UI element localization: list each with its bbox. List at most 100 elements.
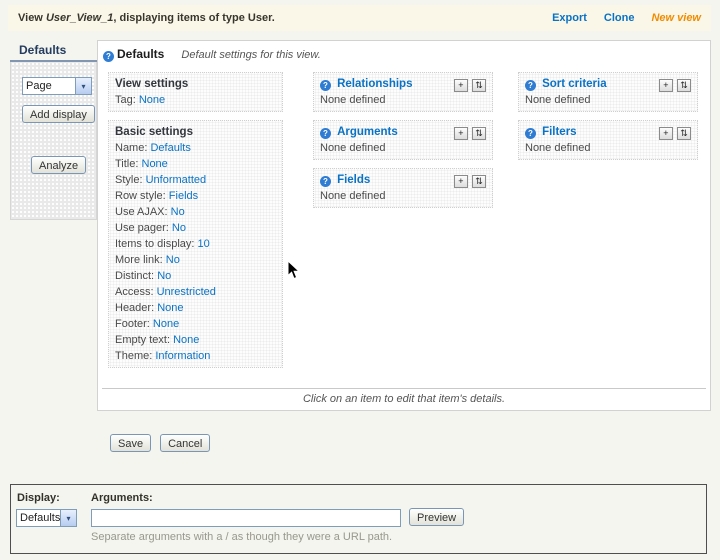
box-actions: + ⇅	[453, 173, 486, 189]
setting-label: Style:	[115, 174, 146, 186]
defaults-heading-row: ? Defaults Default settings for this view…	[98, 41, 710, 66]
arguments-title-link[interactable]: Arguments	[337, 126, 398, 138]
empty-text: None defined	[320, 142, 386, 154]
setting-label: Title:	[115, 158, 142, 170]
help-icon[interactable]: ?	[525, 128, 536, 139]
setting-label: Distinct:	[115, 270, 158, 282]
empty-text: None defined	[320, 190, 386, 202]
setting-row: Distinct: No	[115, 268, 276, 284]
setting-value-link[interactable]: No	[157, 270, 171, 282]
help-icon[interactable]: ?	[320, 176, 331, 187]
empty-text: None defined	[525, 94, 591, 106]
setting-label: Items to display:	[115, 238, 198, 250]
arguments-help-text: Separate arguments with a / as though th…	[91, 531, 393, 543]
rearrange-icon[interactable]: ⇅	[472, 127, 486, 140]
setting-value-link[interactable]: No	[172, 222, 186, 234]
setting-value-link[interactable]: Unrestricted	[157, 286, 216, 298]
form-actions: Save Cancel	[110, 434, 211, 452]
setting-value-link[interactable]: Unformatted	[146, 174, 207, 186]
header-links: Export Clone New view	[552, 12, 701, 24]
fields-title-link[interactable]: Fields	[337, 174, 370, 186]
basic-settings-list: Name: Defaults Title: None Style: Unformat…	[115, 140, 276, 364]
add-display-button[interactable]: Add display	[22, 105, 95, 123]
help-icon[interactable]: ?	[320, 128, 331, 139]
setting-label: Access:	[115, 286, 157, 298]
setting-row: Header: None	[115, 300, 276, 316]
setting-label: Theme:	[115, 350, 156, 362]
mouse-cursor	[287, 260, 300, 280]
setting-row: Use AJAX: No	[115, 204, 276, 220]
setting-row: Title: None	[115, 156, 276, 172]
empty-text: None defined	[320, 94, 386, 106]
add-icon[interactable]: +	[658, 127, 673, 140]
box-header: + ⇅ ? Arguments	[320, 124, 486, 140]
save-button[interactable]: Save	[110, 434, 152, 452]
help-icon[interactable]: ?	[320, 80, 331, 91]
setting-label: Header:	[115, 302, 158, 314]
setting-value-link[interactable]: No	[171, 206, 185, 218]
rearrange-icon[interactable]: ⇅	[677, 79, 691, 92]
sidebar-panel: Page ▾ Add display Analyze	[10, 62, 97, 220]
setting-value-link[interactable]: None	[139, 94, 165, 106]
clone-link[interactable]: Clone	[604, 12, 635, 24]
filters-title-link[interactable]: Filters	[542, 126, 577, 138]
help-icon[interactable]: ?	[525, 80, 536, 91]
setting-label: Row style:	[115, 190, 169, 202]
box-actions: + ⇅	[453, 77, 486, 93]
help-icon[interactable]: ?	[103, 51, 114, 62]
display-type-select[interactable]: Page ▾	[22, 77, 92, 95]
box-actions: + ⇅	[658, 125, 691, 141]
box-actions: + ⇅	[453, 125, 486, 141]
cancel-button[interactable]: Cancel	[160, 434, 211, 452]
chevron-down-icon: ▾	[75, 78, 91, 94]
rearrange-icon[interactable]: ⇅	[677, 127, 691, 140]
sort-criteria-title-link[interactable]: Sort criteria	[542, 78, 607, 90]
setting-value-link[interactable]: None	[153, 318, 179, 330]
new-view-link[interactable]: New view	[651, 12, 701, 24]
setting-value-link[interactable]: Fields	[169, 190, 198, 202]
box-header: + ⇅ ? Filters	[525, 124, 691, 140]
page-title-suffix: , displaying items of type User.	[113, 12, 275, 24]
page-title: View User_View_1, displaying items of ty…	[18, 12, 275, 24]
column-3: + ⇅ ? Sort criteria None defined + ⇅ ? F…	[518, 72, 698, 168]
setting-row: Theme: Information	[115, 348, 276, 364]
setting-value-link[interactable]: 10	[198, 238, 210, 250]
sort-criteria-box: + ⇅ ? Sort criteria None defined	[518, 72, 698, 112]
view-header-bar: View User_View_1, displaying items of ty…	[8, 5, 711, 31]
defaults-subtitle: Default settings for this view.	[181, 49, 321, 61]
rearrange-icon[interactable]: ⇅	[472, 175, 486, 188]
setting-value-link[interactable]: No	[166, 254, 180, 266]
setting-value-link[interactable]: Defaults	[150, 142, 190, 154]
filters-box: + ⇅ ? Filters None defined	[518, 120, 698, 160]
edit-hint-note: Click on an item to edit that item's det…	[102, 388, 706, 410]
basic-settings-title: Basic settings	[115, 126, 193, 138]
add-icon[interactable]: +	[453, 127, 468, 140]
display-label: Display:	[17, 492, 60, 504]
add-icon[interactable]: +	[453, 79, 468, 92]
setting-value-link[interactable]: Information	[155, 350, 210, 362]
tab-defaults[interactable]: Defaults	[10, 40, 97, 62]
display-sidebar: Defaults Page ▾ Add display Analyze	[10, 40, 97, 220]
view-name: User_View_1	[45, 12, 114, 24]
setting-label: Empty text:	[115, 334, 174, 346]
setting-row: Footer: None	[115, 316, 276, 332]
add-icon[interactable]: +	[658, 79, 673, 92]
analyze-button[interactable]: Analyze	[31, 156, 87, 174]
setting-row: Tag: None	[115, 92, 276, 108]
add-icon[interactable]: +	[453, 175, 468, 188]
setting-value-link[interactable]: None	[142, 158, 168, 170]
setting-row: Style: Unformatted	[115, 172, 276, 188]
preview-button[interactable]: Preview	[409, 508, 465, 526]
setting-row: Items to display: 10	[115, 236, 276, 252]
rearrange-icon[interactable]: ⇅	[472, 79, 486, 92]
export-link[interactable]: Export	[552, 12, 587, 24]
box-header: + ⇅ ? Sort criteria	[525, 76, 691, 92]
setting-value-link[interactable]: None	[173, 334, 199, 346]
setting-row: More link: No	[115, 252, 276, 268]
fields-box: + ⇅ ? Fields None defined	[313, 168, 493, 208]
setting-value-link[interactable]: None	[157, 302, 183, 314]
arguments-input[interactable]	[91, 509, 401, 527]
preview-display-select[interactable]: Defaults ▾	[16, 509, 77, 527]
box-header: + ⇅ ? Fields	[320, 172, 486, 188]
relationships-title-link[interactable]: Relationships	[337, 78, 412, 90]
